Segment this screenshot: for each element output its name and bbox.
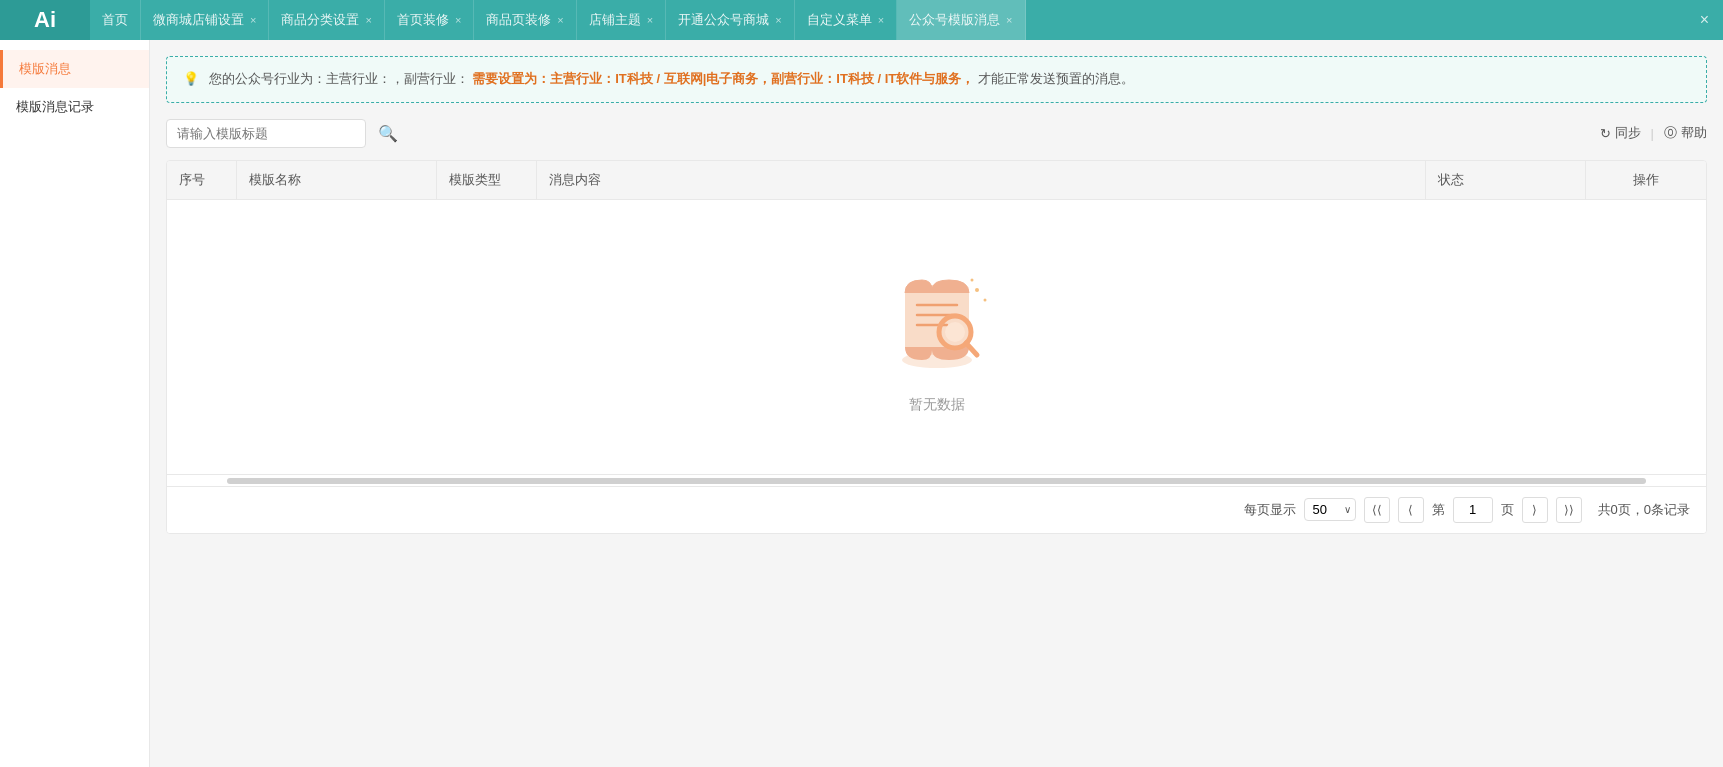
nav-tab[interactable]: 首页装修× xyxy=(385,0,474,40)
pagination: 每页显示 50 20 100 ⟨⟨ ⟨ 第 页 ⟩ ⟩⟩ 共0页，0条记录 xyxy=(167,486,1706,533)
svg-point-10 xyxy=(970,278,973,281)
nav-tab[interactable]: 微商城店铺设置× xyxy=(141,0,269,40)
svg-point-6 xyxy=(945,322,965,342)
notice-prefix: 您的公众号行业为：主营行业：，副营行业： xyxy=(209,71,469,86)
help-icon: ⓪ xyxy=(1664,124,1677,142)
svg-point-8 xyxy=(975,288,979,292)
nav-tab[interactable]: 自定义菜单× xyxy=(795,0,897,40)
main-layout: 模版消息模版消息记录 💡 您的公众号行业为：主营行业：，副营行业： 需要设置为：… xyxy=(0,40,1723,767)
nav-tab[interactable]: 首页 xyxy=(90,0,141,40)
sync-label: 同步 xyxy=(1615,124,1641,142)
col-action: 操作 xyxy=(1586,161,1706,199)
notice-box: 💡 您的公众号行业为：主营行业：，副营行业： 需要设置为：主营行业：IT科技 /… xyxy=(166,56,1707,103)
scrollbar-track[interactable] xyxy=(227,478,1646,484)
prev-page-button[interactable]: ⟨ xyxy=(1398,497,1424,523)
bulb-icon: 💡 xyxy=(183,71,199,86)
search-button[interactable]: 🔍 xyxy=(374,120,402,147)
empty-state: 暂无数据 xyxy=(167,200,1706,474)
nav-tabs: 首页微商城店铺设置×商品分类设置×首页装修×商品页装修×店铺主题×开通公众号商城… xyxy=(90,0,1686,40)
page-label: 第 xyxy=(1432,501,1445,519)
help-button[interactable]: ⓪ 帮助 xyxy=(1664,124,1707,142)
top-nav: Ai 首页微商城店铺设置×商品分类设置×首页装修×商品页装修×店铺主题×开通公众… xyxy=(0,0,1723,40)
sidebar: 模版消息模版消息记录 xyxy=(0,40,150,767)
nav-tab[interactable]: 公众号模版消息× xyxy=(897,0,1025,40)
col-type: 模版类型 xyxy=(437,161,537,199)
nav-tab[interactable]: 店铺主题× xyxy=(577,0,666,40)
sidebar-item[interactable]: 模版消息记录 xyxy=(0,88,149,126)
page-unit: 页 xyxy=(1501,501,1514,519)
page-input[interactable] xyxy=(1453,497,1493,523)
sidebar-item[interactable]: 模版消息 xyxy=(0,50,149,88)
tab-close-button[interactable]: × xyxy=(878,14,884,26)
search-left: 🔍 xyxy=(166,119,402,148)
tab-close-button[interactable]: × xyxy=(775,14,781,26)
scrollbar-area[interactable] xyxy=(167,474,1706,486)
empty-text: 暂无数据 xyxy=(909,396,965,414)
page-size-select-wrap: 50 20 100 xyxy=(1304,498,1356,521)
tab-close-button[interactable]: × xyxy=(250,14,256,26)
table-container: 序号 模版名称 模版类型 消息内容 状态 操作 xyxy=(166,160,1707,534)
col-status: 状态 xyxy=(1426,161,1586,199)
svg-rect-1 xyxy=(905,285,969,355)
notice-highlight: 需要设置为：主营行业：IT科技 / 互联网|电子商务，副营行业：IT科技 / I… xyxy=(472,71,974,86)
table-header: 序号 模版名称 模版类型 消息内容 状态 操作 xyxy=(167,161,1706,200)
tab-close-button[interactable]: × xyxy=(1006,14,1012,26)
divider: | xyxy=(1651,126,1654,141)
col-content: 消息内容 xyxy=(537,161,1426,199)
search-right: ↻ 同步 | ⓪ 帮助 xyxy=(1600,124,1707,142)
nav-tab[interactable]: 开通公众号商城× xyxy=(666,0,794,40)
notice-suffix: 才能正常发送预置的消息。 xyxy=(978,71,1134,86)
total-info: 共0页，0条记录 xyxy=(1598,501,1690,519)
search-bar: 🔍 ↻ 同步 | ⓪ 帮助 xyxy=(166,119,1707,148)
main-content: 💡 您的公众号行业为：主营行业：，副营行业： 需要设置为：主营行业：IT科技 /… xyxy=(150,40,1723,767)
empty-illustration xyxy=(877,260,997,380)
tab-close-button[interactable]: × xyxy=(365,14,371,26)
tab-close-button[interactable]: × xyxy=(455,14,461,26)
search-input[interactable] xyxy=(166,119,366,148)
page-size-label: 每页显示 xyxy=(1244,501,1296,519)
last-page-button[interactable]: ⟩⟩ xyxy=(1556,497,1582,523)
help-label: 帮助 xyxy=(1681,124,1707,142)
sync-icon: ↻ xyxy=(1600,126,1611,141)
sync-button[interactable]: ↻ 同步 xyxy=(1600,124,1641,142)
close-all-button[interactable]: × xyxy=(1686,11,1723,29)
brand-logo: Ai xyxy=(0,0,90,40)
tab-close-button[interactable]: × xyxy=(647,14,653,26)
next-page-button[interactable]: ⟩ xyxy=(1522,497,1548,523)
col-seq: 序号 xyxy=(167,161,237,199)
page-size-select[interactable]: 50 20 100 xyxy=(1304,498,1356,521)
tab-close-button[interactable]: × xyxy=(557,14,563,26)
first-page-button[interactable]: ⟨⟨ xyxy=(1364,497,1390,523)
col-name: 模版名称 xyxy=(237,161,437,199)
nav-tab[interactable]: 商品页装修× xyxy=(474,0,576,40)
svg-point-9 xyxy=(983,298,986,301)
nav-tab[interactable]: 商品分类设置× xyxy=(269,0,384,40)
